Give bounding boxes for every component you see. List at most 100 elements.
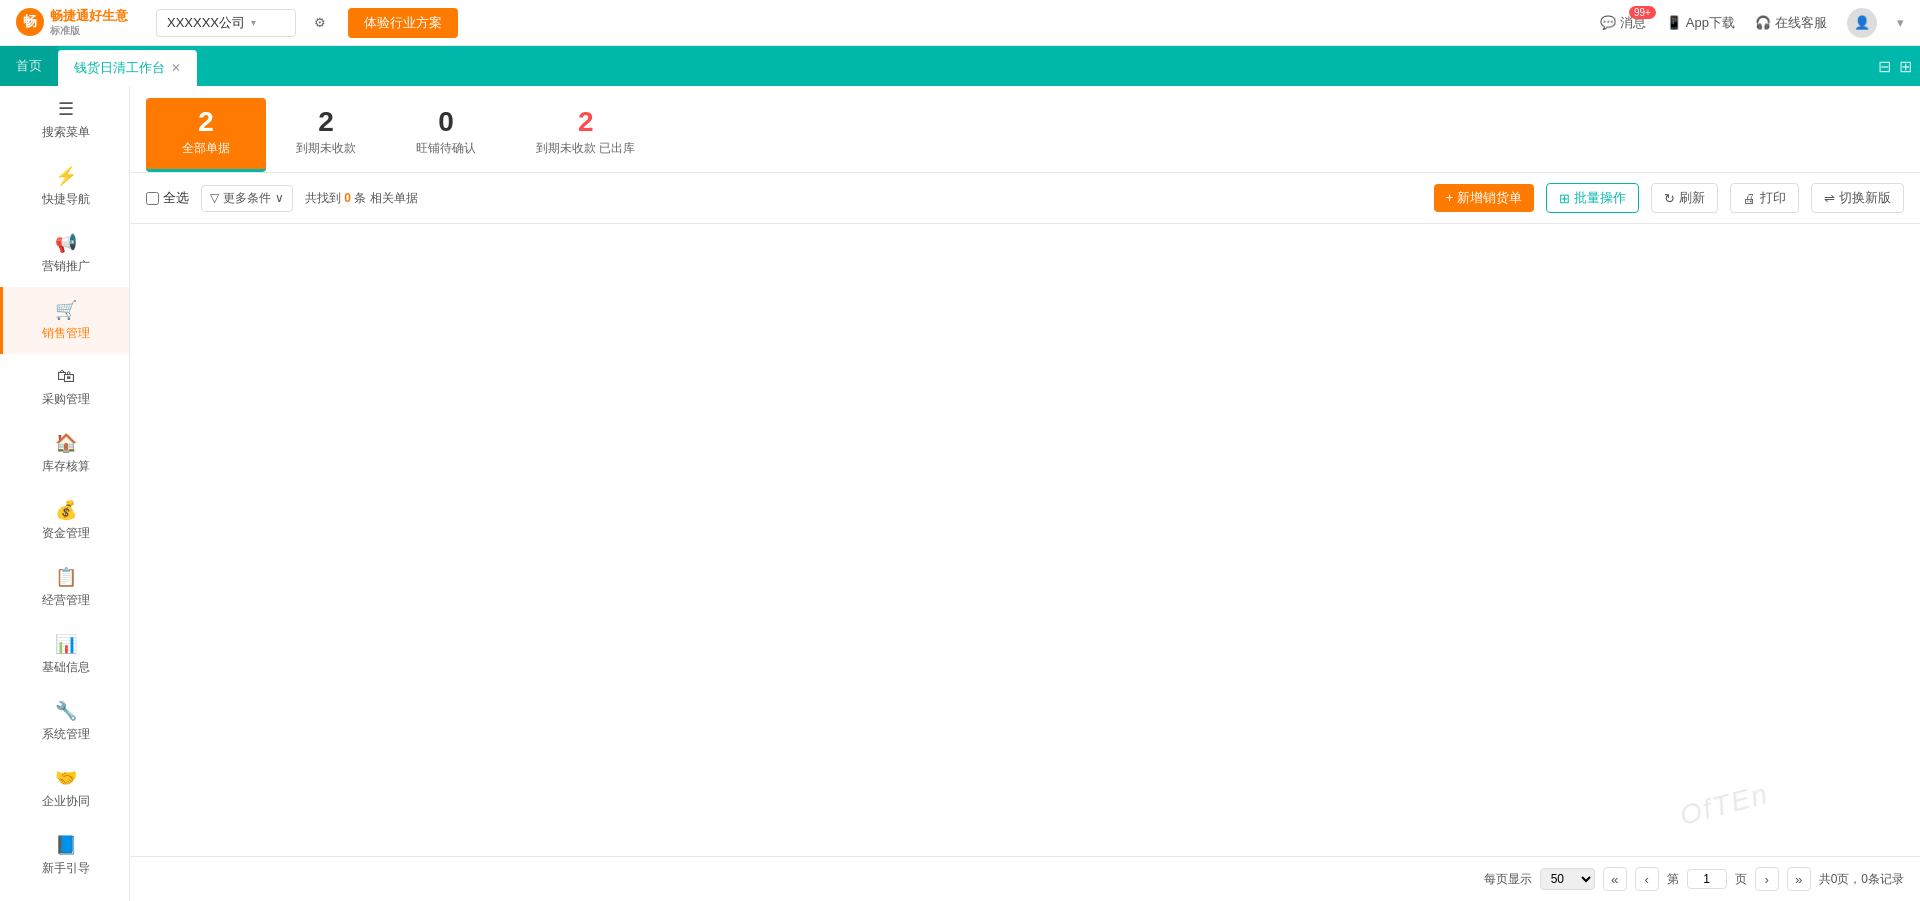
sidebar-label-search-menu: 搜索菜单 <box>42 124 90 141</box>
stat-tab-pending[interactable]: 0 旺铺待确认 <box>386 98 506 172</box>
page-label-post: 页 <box>1735 871 1747 888</box>
prev-page-button[interactable]: ‹ <box>1635 867 1659 891</box>
user-extra[interactable]: ▾ <box>1897 15 1904 30</box>
header-right: 💬 消息 99+ 📱 App下载 🎧 在线客服 👤 ▾ <box>1600 8 1904 38</box>
tab-cashflow[interactable]: 钱货日清工作台 ✕ <box>58 50 197 86</box>
stat-tab-overdue-shipped[interactable]: 2 到期未收款 已出库 <box>506 98 665 172</box>
app-download-label: App下载 <box>1686 14 1735 32</box>
logo-icon: 畅 <box>16 8 44 36</box>
avatar-icon: 👤 <box>1854 15 1870 30</box>
select-all-label: 全选 <box>163 189 189 207</box>
found-count: 0 <box>344 191 351 205</box>
sidebar-label-marketing: 营销推广 <box>42 258 90 275</box>
app-download-item[interactable]: 📱 App下载 <box>1666 14 1735 32</box>
quick-nav-icon: ⚡ <box>55 165 77 187</box>
nav-tabs-right: ⊟ ⊞ <box>1878 57 1920 76</box>
stat-num-pending: 0 <box>438 106 454 138</box>
chevron-down-icon-user: ▾ <box>1897 15 1904 30</box>
sidebar-item-finance[interactable]: 💰 资金管理 <box>0 487 129 554</box>
operation-icon: 📋 <box>55 566 77 588</box>
more-filters-button[interactable]: ▽ 更多条件 ∨ <box>201 185 293 212</box>
sidebar-item-inventory[interactable]: 🏠 库存核算 <box>0 420 129 487</box>
sidebar-item-system[interactable]: 🔧 系统管理 <box>0 688 129 755</box>
user-avatar[interactable]: 👤 <box>1847 8 1877 38</box>
logo-sub: 标准版 <box>50 24 128 37</box>
page-size-select[interactable]: 10 20 50 100 <box>1540 868 1595 890</box>
service-icon: 🎧 <box>1755 15 1771 30</box>
company-selector[interactable]: XXXXXX公司 ▾ <box>156 9 296 37</box>
select-all-container: 全选 <box>146 189 189 207</box>
tab-expand-icon[interactable]: ⊞ <box>1899 57 1912 76</box>
batch-icon: ⊞ <box>1559 191 1570 206</box>
batch-operation-button[interactable]: ⊞ 批量操作 <box>1546 183 1639 213</box>
filter-icon: ▽ <box>210 191 219 205</box>
stat-label-all: 全部单据 <box>182 140 230 157</box>
toolbar: 全选 ▽ 更多条件 ∨ 共找到 0 条 相关单据 + 新增销货单 ⊞ 批量操作 … <box>130 173 1920 224</box>
sidebar-label-system: 系统管理 <box>42 726 90 743</box>
sidebar-label-purchase: 采购管理 <box>42 391 90 408</box>
main-layout: ☰ 搜索菜单 ⚡ 快捷导航 📢 营销推广 🛒 销售管理 🛍 采购管理 🏠 库存核… <box>0 86 1920 901</box>
tab-minimize-icon[interactable]: ⊟ <box>1878 57 1891 76</box>
stat-num-overdue-shipped: 2 <box>578 106 594 138</box>
purchase-icon: 🛍 <box>57 366 75 387</box>
sidebar-label-guide: 新手引导 <box>42 860 90 877</box>
refresh-button[interactable]: ↻ 刷新 <box>1651 183 1718 213</box>
sidebar-item-purchase[interactable]: 🛍 采购管理 <box>0 354 129 420</box>
sidebar-item-cooperation[interactable]: 🤝 企业协同 <box>0 755 129 822</box>
filter-btn-label: 更多条件 <box>223 190 271 207</box>
sidebar-label-sales: 销售管理 <box>42 325 90 342</box>
marketing-icon: 📢 <box>55 232 77 254</box>
tab-cashflow-label: 钱货日清工作台 <box>74 59 165 77</box>
online-service-label: 在线客服 <box>1775 14 1827 32</box>
next-page-button[interactable]: › <box>1755 867 1779 891</box>
select-all-checkbox[interactable] <box>146 192 159 205</box>
refresh-icon: ↻ <box>1664 191 1675 206</box>
table-area <box>130 224 1920 856</box>
current-page-input[interactable] <box>1687 869 1727 889</box>
stat-tab-overdue[interactable]: 2 到期未收款 <box>266 98 386 172</box>
system-icon: 🔧 <box>55 700 77 722</box>
sidebar-label-quick-nav: 快捷导航 <box>42 191 90 208</box>
tab-cashflow-close[interactable]: ✕ <box>171 61 181 75</box>
stat-num-all: 2 <box>198 106 214 138</box>
tab-home[interactable]: 首页 <box>0 46 58 86</box>
switch-icon: ⇌ <box>1824 191 1835 206</box>
sidebar-label-finance: 资金管理 <box>42 525 90 542</box>
trial-button[interactable]: 体验行业方案 <box>348 8 458 38</box>
chevron-down-icon: ▾ <box>251 17 256 28</box>
messages-item[interactable]: 💬 消息 99+ <box>1600 14 1646 32</box>
search-menu-icon: ☰ <box>58 98 74 120</box>
finance-icon: 💰 <box>55 499 77 521</box>
messages-badge: 99+ <box>1629 6 1656 19</box>
sales-icon: 🛒 <box>55 299 77 321</box>
stat-label-overdue: 到期未收款 <box>296 140 356 157</box>
total-records: 共0页，0条记录 <box>1819 871 1904 888</box>
online-service-item[interactable]: 🎧 在线客服 <box>1755 14 1827 32</box>
stats-tabs: 2 全部单据 2 到期未收款 0 旺铺待确认 2 到期未收款 已出库 <box>130 86 1920 173</box>
settings-button[interactable]: ⚙ <box>304 7 336 39</box>
content-area: 2 全部单据 2 到期未收款 0 旺铺待确认 2 到期未收款 已出库 全选 <box>130 86 1920 901</box>
found-text: 共找到 0 条 相关单据 <box>305 190 418 207</box>
sidebar: ☰ 搜索菜单 ⚡ 快捷导航 📢 营销推广 🛒 销售管理 🛍 采购管理 🏠 库存核… <box>0 86 130 901</box>
sidebar-item-operation[interactable]: 📋 经营管理 <box>0 554 129 621</box>
sidebar-label-cooperation: 企业协同 <box>42 793 90 810</box>
sidebar-item-search-menu[interactable]: ☰ 搜索菜单 <box>0 86 129 153</box>
stat-label-pending: 旺铺待确认 <box>416 140 476 157</box>
switch-version-button[interactable]: ⇌ 切换新版 <box>1811 183 1904 213</box>
sidebar-item-app-center[interactable]: 📦 应用中心 <box>0 889 129 901</box>
sidebar-item-quick-nav[interactable]: ⚡ 快捷导航 <box>0 153 129 220</box>
page-size-label: 每页显示 <box>1484 871 1532 888</box>
sidebar-item-marketing[interactable]: 📢 营销推广 <box>0 220 129 287</box>
cooperation-icon: 🤝 <box>55 767 77 789</box>
sidebar-label-inventory: 库存核算 <box>42 458 90 475</box>
print-button[interactable]: 🖨 打印 <box>1730 183 1799 213</box>
page-label-pre: 第 <box>1667 871 1679 888</box>
sidebar-item-sales[interactable]: 🛒 销售管理 <box>0 287 129 354</box>
sidebar-item-guide[interactable]: 📘 新手引导 <box>0 822 129 889</box>
first-page-button[interactable]: « <box>1603 867 1627 891</box>
add-sales-order-button[interactable]: + 新增销货单 <box>1434 184 1534 212</box>
stat-tab-all[interactable]: 2 全部单据 <box>146 98 266 172</box>
sidebar-item-base[interactable]: 📊 基础信息 <box>0 621 129 688</box>
guide-icon: 📘 <box>55 834 77 856</box>
last-page-button[interactable]: » <box>1787 867 1811 891</box>
